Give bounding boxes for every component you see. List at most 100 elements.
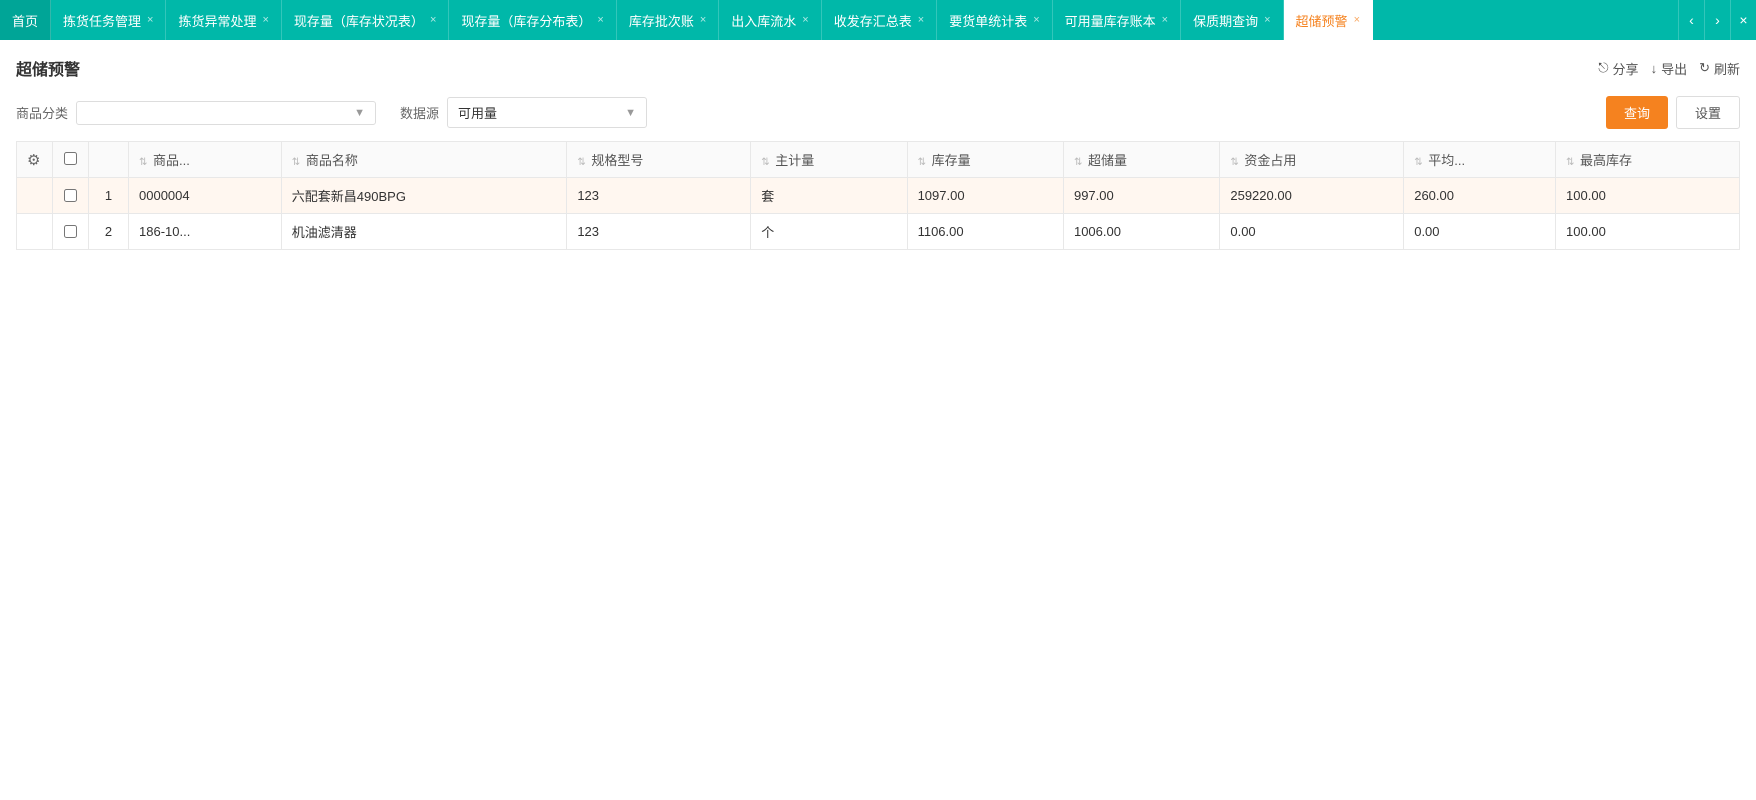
th-gear: ⚙ bbox=[17, 142, 53, 178]
row-index-0: 1 bbox=[89, 178, 129, 214]
share-button[interactable]: ⎋ 分享 bbox=[1598, 59, 1638, 78]
sort-max-stock-icon[interactable]: ⇅ bbox=[1566, 157, 1574, 168]
nav-task[interactable]: 拣货任务管理 × bbox=[51, 0, 166, 40]
sort-product-name-icon[interactable]: ⇅ bbox=[292, 157, 300, 168]
datasource-label: 数据源 bbox=[400, 103, 439, 122]
sort-product-code-icon[interactable]: ⇅ bbox=[139, 157, 147, 168]
top-navigation: 首页 拣货任务管理 × 拣货异常处理 × 现存量（库存状况表） × 现存量（库存… bbox=[0, 0, 1756, 40]
nav-batch[interactable]: 库存批次账 × bbox=[617, 0, 719, 40]
nav-close-arrow[interactable]: × bbox=[1730, 0, 1756, 40]
sort-avg-icon[interactable]: ⇅ bbox=[1414, 157, 1422, 168]
page-header: 超储预警 ⎋ 分享 ↓ 导出 ↻ 刷新 bbox=[16, 56, 1740, 80]
data-table: ⚙ ⇅ 商品... ⇅ 商品名称 ⇅ 规格型号 bbox=[16, 141, 1740, 250]
row-gear-cell bbox=[17, 178, 53, 214]
close-overstock-tab[interactable]: × bbox=[1354, 14, 1360, 26]
close-task-tab[interactable]: × bbox=[147, 14, 153, 26]
share-icon: ⎋ bbox=[1598, 60, 1608, 76]
row-max-stock-0: 100.00 bbox=[1556, 178, 1740, 214]
close-avail-tab[interactable]: × bbox=[1162, 14, 1168, 26]
sort-stock-icon[interactable]: ⇅ bbox=[918, 157, 926, 168]
category-select[interactable]: ▼ bbox=[76, 101, 376, 125]
refresh-icon: ↻ bbox=[1699, 60, 1710, 76]
table-row: 2 186-10... 机油滤清器 123 个 1106.00 1006.00 … bbox=[17, 214, 1740, 250]
nav-inout[interactable]: 出入库流水 × bbox=[719, 0, 821, 40]
close-collect-tab[interactable]: × bbox=[918, 14, 924, 26]
datasource-value: 可用量 bbox=[458, 103, 497, 122]
nav-quality[interactable]: 保质期查询 × bbox=[1181, 0, 1283, 40]
close-inout-tab[interactable]: × bbox=[802, 14, 808, 26]
category-label: 商品分类 bbox=[16, 103, 68, 122]
th-overstock: ⇅ 超储量 bbox=[1063, 142, 1219, 178]
th-capital: ⇅ 资金占用 bbox=[1220, 142, 1404, 178]
query-button[interactable]: 查询 bbox=[1606, 96, 1668, 129]
nav-home[interactable]: 首页 bbox=[0, 0, 51, 40]
nav-collect[interactable]: 收发存汇总表 × bbox=[822, 0, 937, 40]
settings-button[interactable]: 设置 bbox=[1676, 96, 1740, 129]
row-unit-1: 个 bbox=[751, 214, 907, 250]
row-spec-1: 123 bbox=[567, 214, 751, 250]
th-checkbox bbox=[53, 142, 89, 178]
table-row: 1 0000004 六配套新昌490BPG 123 套 1097.00 997.… bbox=[17, 178, 1740, 214]
close-stock-status-tab[interactable]: × bbox=[430, 14, 436, 26]
row-overstock-0: 997.00 bbox=[1063, 178, 1219, 214]
header-actions: ⎋ 分享 ↓ 导出 ↻ 刷新 bbox=[1598, 59, 1740, 78]
th-spec: ⇅ 规格型号 bbox=[567, 142, 751, 178]
close-order-stat-tab[interactable]: × bbox=[1033, 14, 1039, 26]
main-content: 超储预警 ⎋ 分享 ↓ 导出 ↻ 刷新 商品分类 ▼ 数据源 bbox=[0, 40, 1756, 800]
close-batch-tab[interactable]: × bbox=[700, 14, 706, 26]
table-header-row: ⚙ ⇅ 商品... ⇅ 商品名称 ⇅ 规格型号 bbox=[17, 142, 1740, 178]
sort-unit-icon[interactable]: ⇅ bbox=[761, 157, 769, 168]
export-icon: ↓ bbox=[1651, 61, 1658, 76]
row-capital-0: 259220.00 bbox=[1220, 178, 1404, 214]
th-unit: ⇅ 主计量 bbox=[751, 142, 907, 178]
row-checkbox-1[interactable] bbox=[64, 225, 77, 238]
row-avg-1: 0.00 bbox=[1404, 214, 1556, 250]
select-all-checkbox[interactable] bbox=[64, 152, 77, 165]
row-overstock-1: 1006.00 bbox=[1063, 214, 1219, 250]
category-chevron-icon: ▼ bbox=[354, 107, 365, 119]
nav-overstock[interactable]: 超储预警 × bbox=[1284, 0, 1373, 40]
row-gear-cell bbox=[17, 214, 53, 250]
th-product-name: ⇅ 商品名称 bbox=[281, 142, 567, 178]
row-spec-0: 123 bbox=[567, 178, 751, 214]
th-product-code: ⇅ 商品... bbox=[129, 142, 282, 178]
sort-overstock-icon[interactable]: ⇅ bbox=[1074, 157, 1082, 168]
row-stock-0: 1097.00 bbox=[907, 178, 1063, 214]
nav-next-arrow[interactable]: › bbox=[1704, 0, 1730, 40]
row-index-1: 2 bbox=[89, 214, 129, 250]
row-checkbox-0[interactable] bbox=[64, 189, 77, 202]
datasource-select[interactable]: 可用量 ▼ bbox=[447, 97, 647, 128]
th-stock: ⇅ 库存量 bbox=[907, 142, 1063, 178]
row-product-code-0: 0000004 bbox=[129, 178, 282, 214]
refresh-button[interactable]: ↻ 刷新 bbox=[1699, 59, 1740, 78]
nav-prev-arrow[interactable]: ‹ bbox=[1678, 0, 1704, 40]
close-quality-tab[interactable]: × bbox=[1264, 14, 1270, 26]
nav-abnormal[interactable]: 拣货异常处理 × bbox=[166, 0, 281, 40]
row-product-code-1: 186-10... bbox=[129, 214, 282, 250]
export-button[interactable]: ↓ 导出 bbox=[1651, 59, 1688, 78]
filter-row: 商品分类 ▼ 数据源 可用量 ▼ 查询 设置 bbox=[16, 96, 1740, 129]
close-stock-dist-tab[interactable]: × bbox=[597, 14, 603, 26]
row-checkbox-cell bbox=[53, 214, 89, 250]
row-unit-0: 套 bbox=[751, 178, 907, 214]
sort-capital-icon[interactable]: ⇅ bbox=[1230, 157, 1238, 168]
row-max-stock-1: 100.00 bbox=[1556, 214, 1740, 250]
gear-icon[interactable]: ⚙ bbox=[27, 152, 40, 169]
nav-stock-dist[interactable]: 现存量（库存分布表） × bbox=[449, 0, 616, 40]
close-abnormal-tab[interactable]: × bbox=[262, 14, 268, 26]
nav-order-stat[interactable]: 要货单统计表 × bbox=[937, 0, 1052, 40]
datasource-chevron-icon: ▼ bbox=[625, 107, 636, 119]
row-capital-1: 0.00 bbox=[1220, 214, 1404, 250]
nav-arrows: ‹ › × bbox=[1678, 0, 1756, 40]
th-max-stock: ⇅ 最高库存 bbox=[1556, 142, 1740, 178]
th-index bbox=[89, 142, 129, 178]
category-filter-group: 商品分类 ▼ bbox=[16, 101, 376, 125]
nav-avail[interactable]: 可用量库存账本 × bbox=[1053, 0, 1181, 40]
row-avg-0: 260.00 bbox=[1404, 178, 1556, 214]
datasource-filter-group: 数据源 可用量 ▼ bbox=[400, 97, 647, 128]
row-product-name-0: 六配套新昌490BPG bbox=[281, 178, 567, 214]
sort-spec-icon[interactable]: ⇅ bbox=[577, 157, 585, 168]
row-stock-1: 1106.00 bbox=[907, 214, 1063, 250]
page-title: 超储预警 bbox=[16, 56, 80, 80]
nav-stock-status[interactable]: 现存量（库存状况表） × bbox=[282, 0, 449, 40]
